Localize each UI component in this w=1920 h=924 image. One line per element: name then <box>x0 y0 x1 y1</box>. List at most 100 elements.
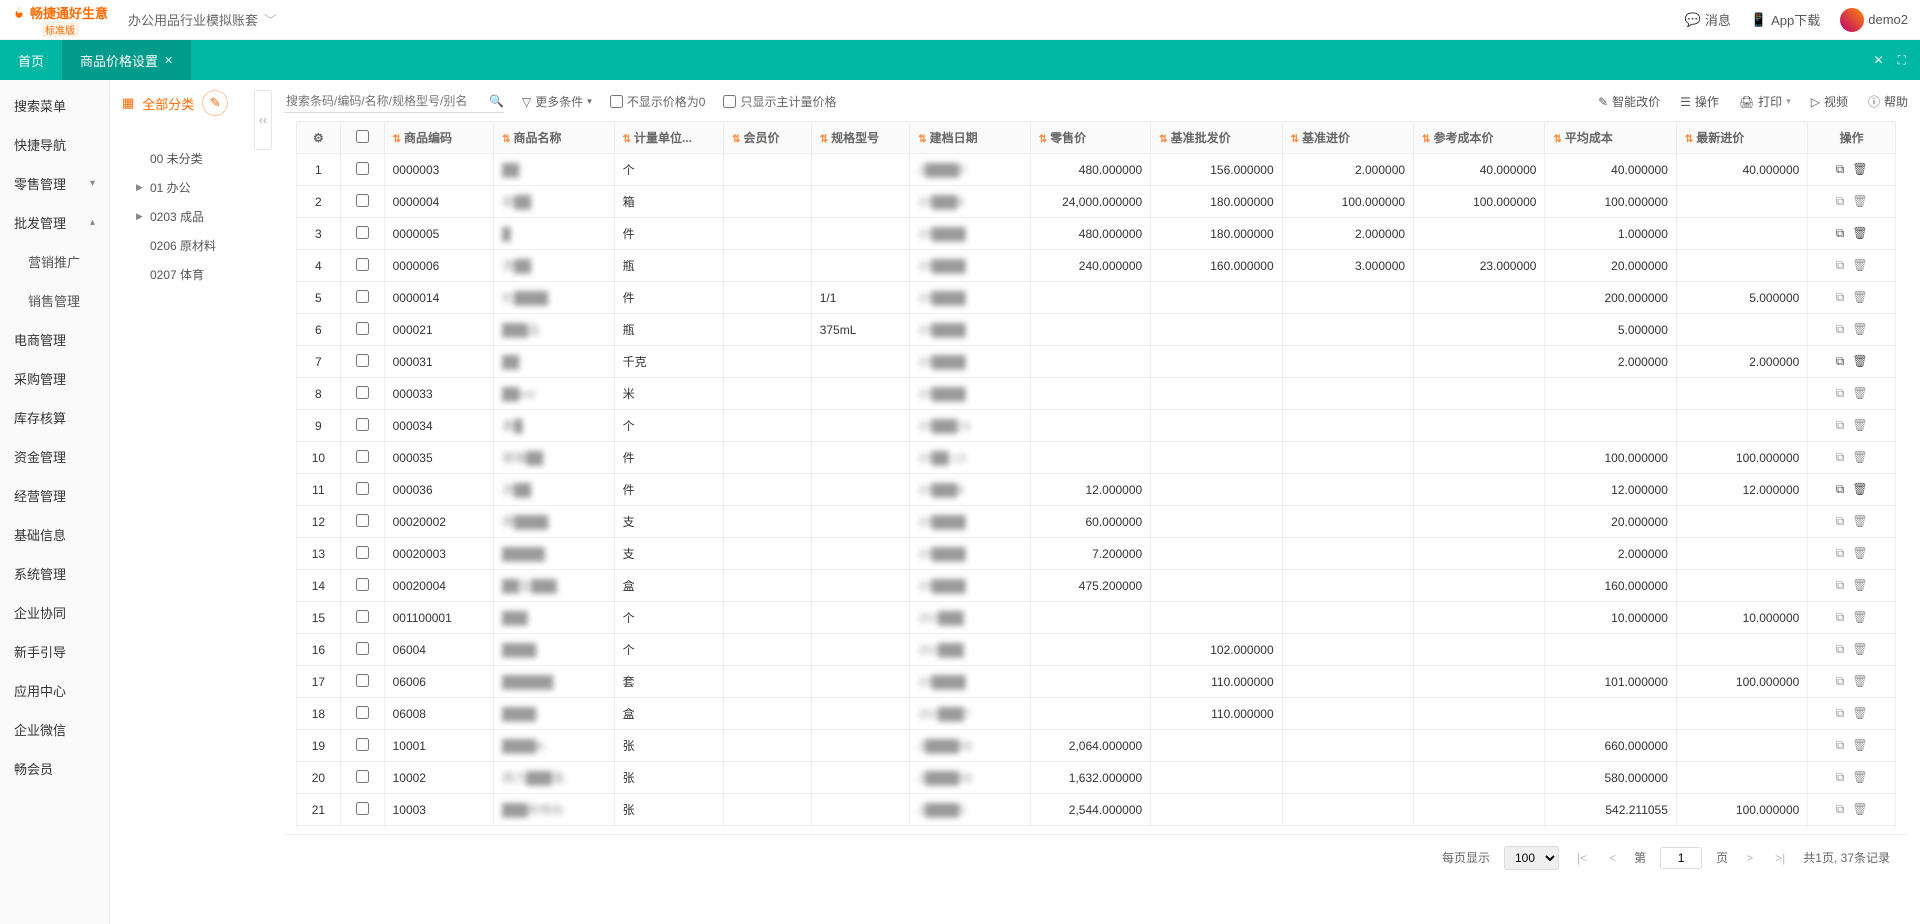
sidebar-item[interactable]: 企业微信 <box>0 710 109 749</box>
table-row[interactable]: 1910001████A.张2████052,064.000000660.000… <box>297 730 1896 762</box>
delete-icon[interactable]: 🗑 <box>1852 450 1867 465</box>
search-icon[interactable]: 🔍 <box>489 94 504 108</box>
sidebar-item[interactable]: 零售管理▾ <box>0 164 109 203</box>
column-header[interactable]: 操作 <box>1808 122 1896 154</box>
row-checkbox[interactable] <box>356 610 369 623</box>
copy-icon[interactable]: ⧉ <box>1836 770 1845 785</box>
table-row[interactable]: 40000006洗██瓶20████240.000000160.0000003.… <box>297 250 1896 282</box>
table-row[interactable]: 2110003███析特办.张2████52,544.000000542.211… <box>297 794 1896 826</box>
table-row[interactable]: 10000003██个2████0480.000000156.0000002.0… <box>297 154 1896 186</box>
table-row[interactable]: 10000035玻璃██件20██-13100.000000100.000000… <box>297 442 1896 474</box>
sort-icon[interactable]: ⇅ <box>918 134 926 145</box>
copy-icon[interactable]: ⧉ <box>1836 578 1845 593</box>
copy-icon[interactable]: ⧉ <box>1836 514 1845 529</box>
table-row[interactable]: 15001100001███个202███10.00000010.000000⧉… <box>297 602 1896 634</box>
row-checkbox[interactable] <box>356 226 369 239</box>
row-checkbox[interactable] <box>356 194 369 207</box>
column-header[interactable] <box>340 122 384 154</box>
column-header[interactable]: ⇅参考成本价 <box>1414 122 1545 154</box>
category-node[interactable]: 00 未分类 <box>122 144 242 173</box>
sidebar-subitem[interactable]: 销售管理 <box>0 281 109 320</box>
per-page-select[interactable]: 100 <box>1504 846 1559 870</box>
help-button[interactable]: ⓘ帮助 <box>1868 93 1908 110</box>
hide-zero-checkbox[interactable]: 不显示价格为0 <box>610 93 706 110</box>
row-checkbox[interactable] <box>356 354 369 367</box>
sort-icon[interactable]: ⇅ <box>1159 134 1167 145</box>
sort-icon[interactable]: ⇅ <box>1685 134 1693 145</box>
table-row[interactable]: 9000034奥█个20███23⧉🗑 <box>297 410 1896 442</box>
last-page-button[interactable]: >| <box>1771 849 1789 867</box>
sort-icon[interactable]: ⇅ <box>820 134 828 145</box>
delete-icon[interactable]: 🗑 <box>1852 162 1867 177</box>
close-all-icon[interactable]: ✕ <box>1874 53 1884 67</box>
tab-price-settings[interactable]: 商品价格设置 ✕ <box>62 40 191 80</box>
row-checkbox[interactable] <box>356 546 369 559</box>
table-row[interactable]: 1400020004██宝███.盒20████475.200000160.00… <box>297 570 1896 602</box>
prev-page-button[interactable]: < <box>1605 849 1620 867</box>
messages-link[interactable]: 💬消息 <box>1685 10 1731 29</box>
copy-icon[interactable]: ⧉ <box>1836 674 1845 689</box>
category-node[interactable]: ▶01 办公 <box>122 173 242 202</box>
account-selector[interactable]: 办公用品行业模拟账套 ﹀ <box>128 10 277 29</box>
sort-icon[interactable]: ⇅ <box>1039 134 1047 145</box>
category-node[interactable]: ▶0203 成品 <box>122 202 242 231</box>
delete-icon[interactable]: 🗑 <box>1852 706 1867 721</box>
table-row[interactable]: 11000036测██件20███812.00000012.00000012.0… <box>297 474 1896 506</box>
column-header[interactable]: ⇅建档日期 <box>910 122 1030 154</box>
sidebar-item[interactable]: 企业协同 <box>0 593 109 632</box>
copy-icon[interactable]: ⧉ <box>1836 386 1845 401</box>
copy-icon[interactable]: ⧉ <box>1836 450 1845 465</box>
column-header[interactable]: ⇅零售价 <box>1030 122 1150 154</box>
copy-icon[interactable]: ⧉ <box>1836 322 1845 337</box>
row-checkbox[interactable] <box>356 450 369 463</box>
column-header[interactable]: ⇅基准批发价 <box>1151 122 1282 154</box>
row-checkbox[interactable] <box>356 418 369 431</box>
category-node[interactable]: 0207 体育 <box>122 260 242 289</box>
sort-icon[interactable]: ⇅ <box>393 134 401 145</box>
delete-icon[interactable]: 🗑 <box>1852 482 1867 497</box>
delete-icon[interactable]: 🗑 <box>1852 674 1867 689</box>
sidebar-item[interactable]: 电商管理 <box>0 320 109 359</box>
column-header[interactable]: ⇅会员价 <box>724 122 812 154</box>
delete-icon[interactable]: 🗑 <box>1852 610 1867 625</box>
row-checkbox[interactable] <box>356 322 369 335</box>
table-row[interactable]: 30000005█件20████480.000000180.0000002.00… <box>297 218 1896 250</box>
app-download-link[interactable]: 📱App下载 <box>1751 10 1820 29</box>
row-checkbox[interactable] <box>356 770 369 783</box>
sidebar-subitem[interactable]: 营销推广 <box>0 242 109 281</box>
column-header[interactable]: ⇅计量单位... <box>614 122 724 154</box>
copy-icon[interactable]: ⧉ <box>1836 194 1845 209</box>
delete-icon[interactable]: 🗑 <box>1852 578 1867 593</box>
sidebar-item[interactable]: 快捷导航 <box>0 125 109 164</box>
sidebar-item[interactable]: 基础信息 <box>0 515 109 554</box>
sidebar-item[interactable]: 采购管理 <box>0 359 109 398</box>
delete-icon[interactable]: 🗑 <box>1852 546 1867 561</box>
row-checkbox[interactable] <box>356 802 369 815</box>
sort-icon[interactable]: ⇅ <box>1291 134 1299 145</box>
row-checkbox[interactable] <box>356 674 369 687</box>
table-row[interactable]: 1606004████.个202███102.000000⧉🗑 <box>297 634 1896 666</box>
first-page-button[interactable]: |< <box>1573 849 1591 867</box>
user-menu[interactable]: demo2 <box>1840 8 1908 32</box>
category-node[interactable]: 0206 原材料 <box>122 231 242 260</box>
only-main-unit-checkbox[interactable]: 只显示主计量价格 <box>723 93 836 110</box>
column-header[interactable]: ⚙ <box>297 122 341 154</box>
row-checkbox[interactable] <box>356 706 369 719</box>
sort-icon[interactable]: ⇅ <box>623 134 631 145</box>
copy-icon[interactable]: ⧉ <box>1836 738 1845 753</box>
copy-icon[interactable]: ⧉ <box>1836 354 1845 369</box>
row-checkbox[interactable] <box>356 738 369 751</box>
table-row[interactable]: 50000014杜████件1/120████200.0000005.00000… <box>297 282 1896 314</box>
table-row[interactable]: 1300020003█████.支20████7.2000002.000000⧉… <box>297 538 1896 570</box>
delete-icon[interactable]: 🗑 <box>1852 386 1867 401</box>
delete-icon[interactable]: 🗑 <box>1852 322 1867 337</box>
copy-icon[interactable]: ⧉ <box>1836 290 1845 305</box>
copy-icon[interactable]: ⧉ <box>1836 258 1845 273</box>
sidebar-item[interactable]: 搜索菜单 <box>0 86 109 125</box>
sidebar-item[interactable]: 畅会员 <box>0 749 109 788</box>
column-header[interactable]: ⇅基准进价 <box>1282 122 1413 154</box>
copy-icon[interactable]: ⧉ <box>1836 802 1845 817</box>
delete-icon[interactable]: 🗑 <box>1852 802 1867 817</box>
row-checkbox[interactable] <box>356 514 369 527</box>
sort-icon[interactable]: ⇅ <box>502 134 510 145</box>
